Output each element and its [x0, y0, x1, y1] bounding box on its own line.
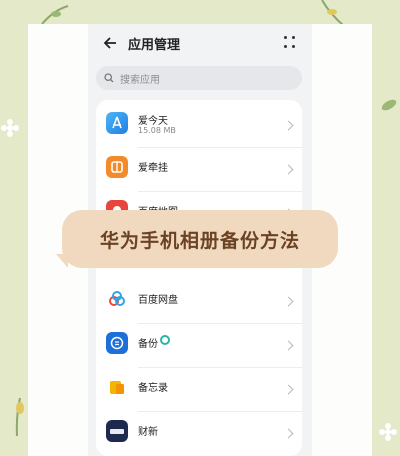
app-name: 财新	[138, 427, 158, 438]
app-name: 备忘录	[138, 383, 168, 394]
back-arrow-icon[interactable]	[102, 35, 118, 51]
chevron-right-icon	[283, 120, 294, 131]
chevron-right-icon	[283, 384, 294, 395]
app-size: 15.08 MB	[138, 126, 176, 135]
aijintian-icon	[106, 112, 128, 134]
list-item[interactable]: 爱牵挂	[96, 148, 302, 192]
caixin-icon	[106, 420, 128, 442]
title-banner: 华为手机相册备份方法	[62, 210, 338, 268]
chevron-right-icon	[283, 296, 294, 307]
flower-decoration-icon	[1, 119, 19, 137]
list-item[interactable]: 备忘录	[96, 368, 302, 412]
flower-decoration-icon	[379, 423, 397, 441]
more-options-icon[interactable]	[284, 36, 298, 50]
search-placeholder: 搜索应用	[120, 74, 160, 86]
aiqiangua-icon	[106, 156, 128, 178]
chevron-right-icon	[283, 428, 294, 439]
list-item[interactable]: 百度网盘	[96, 280, 302, 324]
search-icon	[104, 73, 114, 83]
app-name: 爱牵挂	[138, 163, 168, 174]
page-title: 应用管理	[128, 37, 181, 53]
leaf-decoration-icon	[15, 397, 24, 436]
chevron-right-icon	[283, 340, 294, 351]
baidu-netdisk-icon	[106, 288, 128, 310]
search-input[interactable]: 搜索应用	[96, 66, 302, 90]
memo-icon	[106, 376, 128, 398]
backup-icon	[106, 332, 128, 354]
leaf-decoration-icon	[381, 99, 397, 111]
chevron-right-icon	[283, 164, 294, 175]
list-item[interactable]: 爱今天 15.08 MB	[96, 104, 302, 148]
app-name: 爱今天	[138, 116, 168, 127]
list-item[interactable]: 备份	[96, 324, 302, 368]
app-list: 爱今天 15.08 MB 爱牵挂 百度地图 百度网盘 备份	[96, 100, 302, 456]
leaf-decoration-icon	[41, 5, 69, 25]
app-name: 备份	[138, 339, 158, 350]
app-name: 百度网盘	[138, 295, 178, 306]
list-item[interactable]: 财新	[96, 412, 302, 456]
system-badge-icon	[160, 335, 170, 345]
app-bar: 应用管理	[88, 24, 312, 62]
